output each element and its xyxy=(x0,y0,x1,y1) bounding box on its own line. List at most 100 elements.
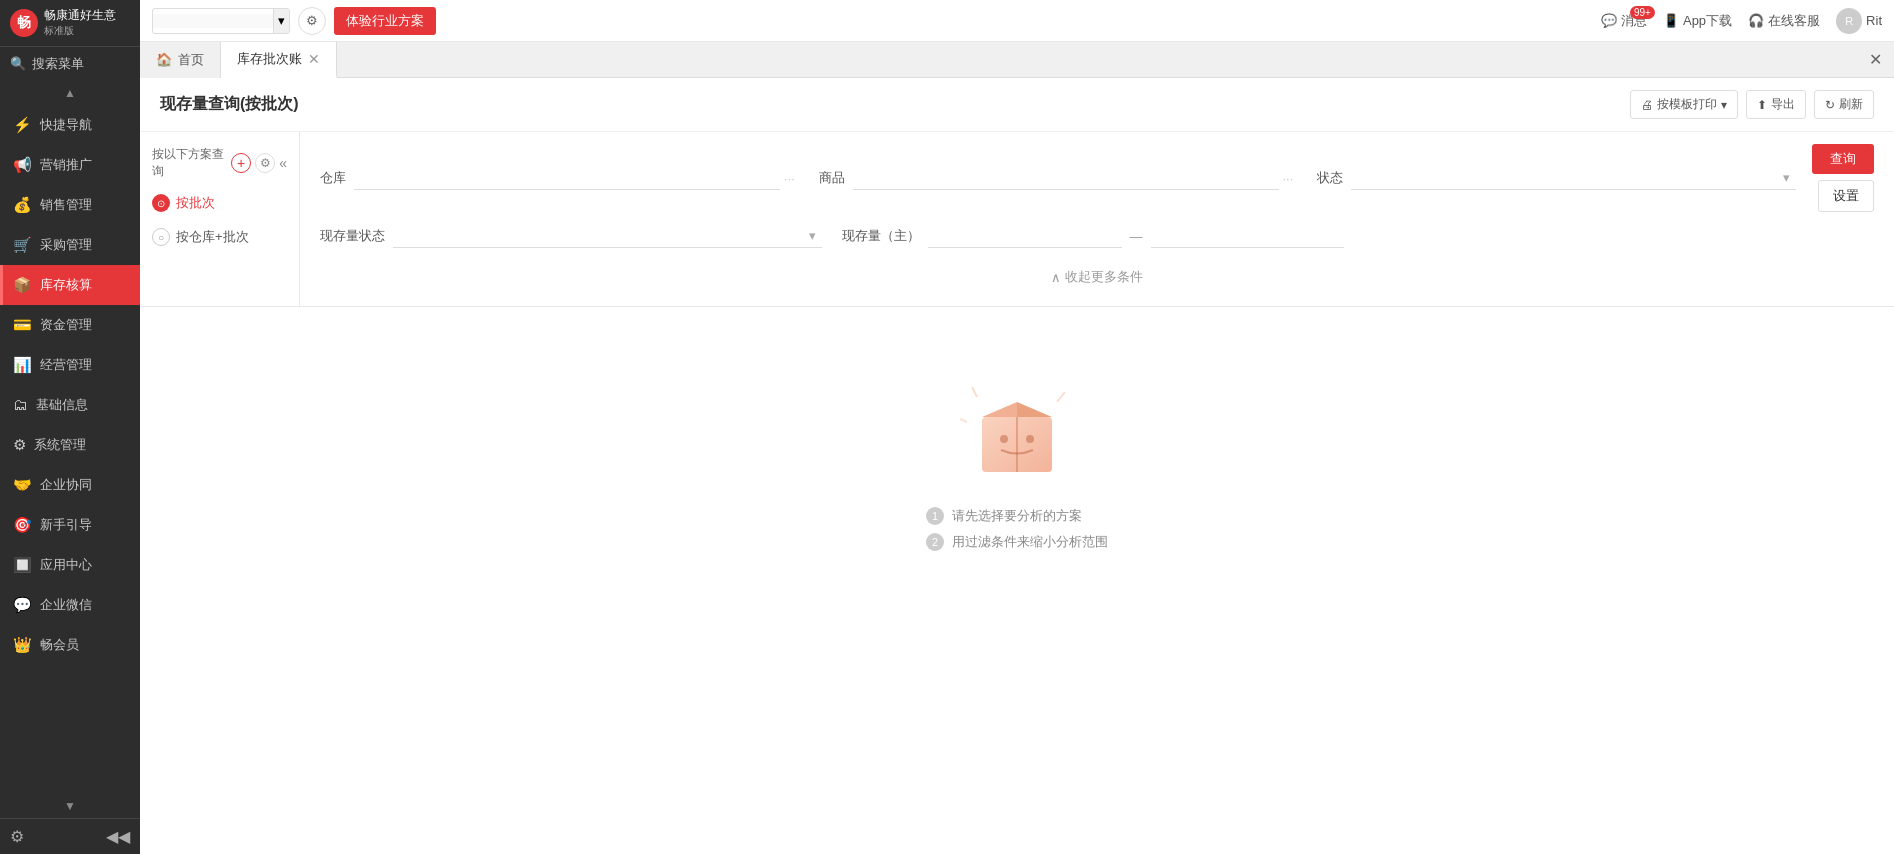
tab-close-icon[interactable]: ✕ xyxy=(308,51,320,67)
query-btn[interactable]: 查询 xyxy=(1812,144,1874,174)
stock-main-to-input[interactable] xyxy=(1151,224,1345,248)
warehouse-label: 仓库 xyxy=(320,169,346,187)
sidebar-item-label: 畅会员 xyxy=(40,636,79,654)
inventory-icon: 📦 xyxy=(13,276,32,294)
collapse-icon: ∧ xyxy=(1051,270,1061,285)
sidebar-item-purchase[interactable]: 🛒 采购管理 xyxy=(0,225,140,265)
home-icon: 🏠 xyxy=(156,52,172,67)
online-service-btn[interactable]: 🎧 在线客服 xyxy=(1748,12,1820,30)
empty-icon xyxy=(957,367,1077,487)
experience-btn[interactable]: 体验行业方案 xyxy=(334,7,436,35)
sidebar-item-label: 库存核算 xyxy=(40,276,92,294)
print-dropdown-icon: ▾ xyxy=(1721,98,1727,112)
msg-btn[interactable]: 💬 消息 99+ xyxy=(1601,12,1647,30)
scheme-item-batch[interactable]: ⊙ 按批次 xyxy=(140,186,299,220)
stock-status-select[interactable]: ▾ xyxy=(393,224,822,248)
main-filter: 仓库 ··· 商品 ··· 状态 xyxy=(300,132,1894,306)
sidebar-item-quicknav[interactable]: ⚡ 快捷导航 xyxy=(0,105,140,145)
status-select[interactable]: ▾ xyxy=(1351,166,1796,190)
scheme-header-label: 按以下方案查询 xyxy=(152,146,231,180)
logo-icon: 畅 xyxy=(10,9,38,37)
stock-main-filter-field: 现存量（主） — xyxy=(842,224,1344,248)
app-download-label: App下载 xyxy=(1683,12,1732,30)
tab-inventory-batch[interactable]: 库存批次账 ✕ xyxy=(221,42,337,78)
username-label: Rit xyxy=(1866,13,1882,28)
newguide-icon: 🎯 xyxy=(13,516,32,534)
goods-filter-field: 商品 ··· xyxy=(819,166,1298,190)
sidebar-item-finance[interactable]: 💳 资金管理 xyxy=(0,305,140,345)
search-menu-label: 搜索菜单 xyxy=(32,55,84,73)
sidebar-settings-btn[interactable]: ⚙ xyxy=(10,827,24,846)
sidebar-scroll-down[interactable]: ▼ xyxy=(0,794,140,818)
content-area: 🏠 首页 库存批次账 ✕ ✕ 现存量查询(按批次) 🖨 按模板打印 ▾ xyxy=(140,42,1894,854)
sidebar-item-sales[interactable]: 💰 销售管理 xyxy=(0,185,140,225)
scheme-item-icon-batch: ⊙ xyxy=(152,194,170,212)
export-btn[interactable]: ⬆ 导出 xyxy=(1746,90,1806,119)
page-content: 现存量查询(按批次) 🖨 按模板打印 ▾ ⬆ 导出 ↻ 刷新 xyxy=(140,78,1894,854)
page-title: 现存量查询(按批次) xyxy=(160,94,299,115)
refresh-btn[interactable]: ↻ 刷新 xyxy=(1814,90,1874,119)
sidebar-item-marketing[interactable]: 📢 营销推广 xyxy=(0,145,140,185)
sidebar-scroll-up[interactable]: ▲ xyxy=(0,81,140,105)
sidebar-item-label: 资金管理 xyxy=(40,316,92,334)
sidebar-collapse-btn[interactable]: ◀◀ xyxy=(106,827,130,846)
logo-text-group: 畅康通好生意 标准版 xyxy=(44,8,116,38)
warehouse-input[interactable] xyxy=(354,166,780,190)
sidebar-item-wechat[interactable]: 💬 企业微信 xyxy=(0,585,140,625)
tab-home[interactable]: 🏠 首页 xyxy=(140,42,221,78)
empty-tips: 1 请先选择要分析的方案 2 用过滤条件来缩小分析范围 xyxy=(926,507,1108,551)
user-menu-btn[interactable]: R Rit xyxy=(1836,8,1882,34)
main: ▾ ⚙ 体验行业方案 💬 消息 99+ 📱 App下载 🎧 在线客服 R Rit xyxy=(140,0,1894,854)
phone-icon: 📱 xyxy=(1663,13,1679,28)
app-download-btn[interactable]: 📱 App下载 xyxy=(1663,12,1732,30)
stock-status-dropdown-icon: ▾ xyxy=(809,228,816,243)
marketing-icon: 📢 xyxy=(13,156,32,174)
scheme-item-label-wb: 按仓库+批次 xyxy=(176,228,249,246)
sidebar-item-ops[interactable]: 📊 经营管理 xyxy=(0,345,140,385)
goods-input[interactable] xyxy=(853,166,1279,190)
stock-status-filter-field: 现存量状态 ▾ xyxy=(320,224,822,248)
scheme-manage-btn[interactable]: ⚙ xyxy=(255,153,275,173)
refresh-icon: ↻ xyxy=(1825,98,1835,112)
print-icon: 🖨 xyxy=(1641,98,1653,112)
search-menu-item[interactable]: 🔍 搜索菜单 xyxy=(0,47,140,81)
sidebar-item-inventory[interactable]: 📦 库存核算 xyxy=(0,265,140,305)
scheme-collapse-btn[interactable]: « xyxy=(279,155,287,171)
search-input[interactable] xyxy=(153,14,273,28)
sidebar-item-newguide[interactable]: 🎯 新手引导 xyxy=(0,505,140,545)
sidebar-item-basic[interactable]: 🗂 基础信息 xyxy=(0,385,140,425)
goods-more-icon[interactable]: ··· xyxy=(1279,171,1298,186)
goods-label: 商品 xyxy=(819,169,845,187)
stock-status-label: 现存量状态 xyxy=(320,227,385,245)
tab-home-label: 首页 xyxy=(178,51,204,69)
topbar-gear-btn[interactable]: ⚙ xyxy=(298,7,326,35)
tip-num-2: 2 xyxy=(926,533,944,551)
quicknav-icon: ⚡ xyxy=(13,116,32,134)
export-icon: ⬆ xyxy=(1757,98,1767,112)
tip-text-1: 请先选择要分析的方案 xyxy=(952,507,1082,525)
sidebar-item-system[interactable]: ⚙ 系统管理 xyxy=(0,425,140,465)
msg-badge: 99+ xyxy=(1630,6,1655,19)
sidebar-item-label: 采购管理 xyxy=(40,236,92,254)
tab-right-close-btn[interactable]: ✕ xyxy=(1857,50,1894,69)
sidebar-item-corp[interactable]: 🤝 企业协同 xyxy=(0,465,140,505)
sidebar-item-member[interactable]: 👑 畅会员 xyxy=(0,625,140,665)
gear-small-icon: ⚙ xyxy=(260,156,271,170)
collapse-more-btn[interactable]: ∧ 收起更多条件 xyxy=(320,260,1874,294)
search-dropdown-btn[interactable]: ▾ xyxy=(273,9,289,33)
sidebar-item-label: 企业微信 xyxy=(40,596,92,614)
sidebar: 畅 畅康通好生意 标准版 🔍 搜索菜单 ▲ ⚡ 快捷导航 📢 营销推广 💰 销售… xyxy=(0,0,140,854)
sidebar-item-appstore[interactable]: 🔲 应用中心 xyxy=(0,545,140,585)
print-btn[interactable]: 🖨 按模板打印 ▾ xyxy=(1630,90,1738,119)
tip-text-2: 用过滤条件来缩小分析范围 xyxy=(952,533,1108,551)
scheme-sidebar: 按以下方案查询 + ⚙ « ⊙ 按批次 xyxy=(140,132,300,306)
svg-marker-2 xyxy=(1017,402,1052,417)
scheme-add-btn[interactable]: + xyxy=(231,153,251,173)
settings-btn[interactable]: 设置 xyxy=(1818,180,1874,212)
sidebar-bottom: ⚙ ◀◀ xyxy=(0,818,140,854)
avatar: R xyxy=(1836,8,1862,34)
svg-marker-1 xyxy=(982,402,1017,417)
scheme-item-warehouse-batch[interactable]: ○ 按仓库+批次 xyxy=(140,220,299,254)
stock-main-from-input[interactable] xyxy=(928,224,1122,248)
warehouse-more-icon[interactable]: ··· xyxy=(780,171,799,186)
